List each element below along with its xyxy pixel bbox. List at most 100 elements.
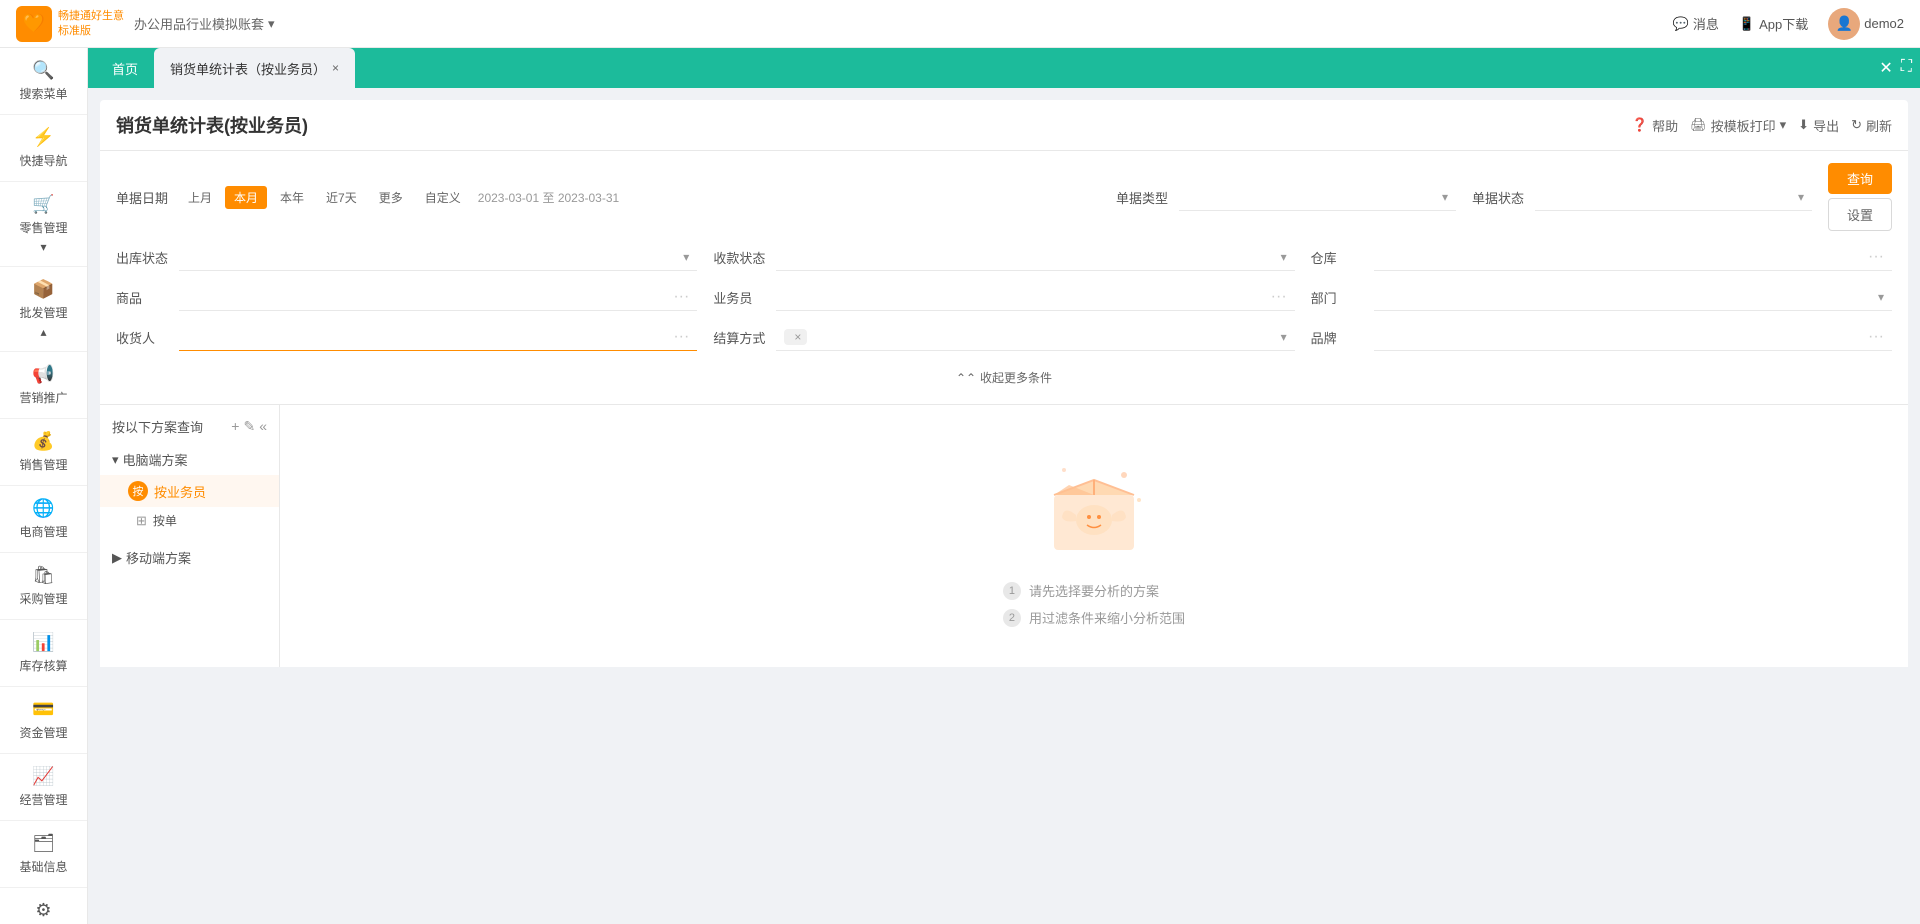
app-download-btn[interactable]: 📱 App下载 — [1739, 14, 1808, 33]
tab-home[interactable]: 首页 — [96, 48, 154, 88]
tab-active[interactable]: 销货单统计表（按业务员） × — [154, 48, 355, 88]
department-control[interactable]: ▾ — [1374, 283, 1892, 311]
tab-close-window-btn[interactable]: ✕ — [1879, 58, 1892, 78]
filter-row-4: 收货人 ··· 结算方式 × ▾ — [116, 323, 1892, 351]
message-label: 消息 — [1693, 14, 1719, 33]
sidebar-item-purchase[interactable]: 🛍 采购管理 — [0, 553, 87, 620]
operations-icon: 📈 — [32, 766, 54, 787]
date-btn-last-month[interactable]: 上月 — [179, 186, 221, 209]
help-btn[interactable]: ❓ 帮助 — [1632, 116, 1678, 135]
refresh-label: 刷新 — [1866, 116, 1892, 135]
query-button[interactable]: 查询 — [1828, 163, 1892, 194]
sidebar-item-retail[interactable]: 🛒 零售管理 ▾ — [0, 182, 87, 267]
sidebar-item-marketing[interactable]: 📢 营销推广 — [0, 352, 87, 419]
warehouse-control[interactable]: ··· — [1374, 243, 1892, 271]
basics-icon: 🗂 — [32, 833, 55, 854]
out-status-control[interactable]: ▾ — [179, 243, 697, 271]
purchase-icon: 🛍 — [32, 565, 55, 586]
tab-fullscreen-btn[interactable]: ⛶ — [1901, 58, 1912, 78]
filter-item-brand: 品牌 ··· — [1311, 323, 1892, 351]
breadcrumb-area: 办公用品行业模拟账套 ▾ — [134, 14, 275, 33]
filter-row-2: 出库状态 ▾ 收款状态 ▾ 仓库 — [116, 243, 1892, 271]
wholesale-icon: 📦 — [32, 279, 54, 300]
work-area: 按以下方案查询 + ✎ « ▾ 电脑端方案 按 — [100, 405, 1908, 667]
receipt-status-arrow-icon: ▾ — [1281, 250, 1287, 264]
sidebar-item-basics[interactable]: 🗂 基础信息 — [0, 821, 87, 888]
receiver-control[interactable]: ··· — [179, 323, 697, 351]
salesperson-label: 业务员 — [713, 288, 768, 307]
breadcrumb-text: 办公用品行业模拟账套 — [134, 14, 264, 33]
empty-box-illustration — [1034, 445, 1154, 565]
settlement-tag: × — [784, 329, 807, 345]
salesperson-control[interactable]: ··· — [776, 283, 1294, 311]
date-btn-last7[interactable]: 近7天 — [317, 186, 366, 209]
sidebar-item-inventory[interactable]: 📊 库存核算 — [0, 620, 87, 687]
receipt-status-label: 收款状态 — [713, 248, 768, 267]
logo-icon: 🧡 — [16, 6, 52, 42]
doc-type-label: 单据类型 — [1116, 188, 1171, 207]
tab-close-btn[interactable]: × — [332, 61, 339, 75]
sidebar-item-finance[interactable]: 💳 资金管理 — [0, 687, 87, 754]
sidebar-item-system[interactable]: ⚙ 系统管理 — [0, 888, 87, 924]
sidebar-item-wholesale[interactable]: 📦 批发管理 ▴ — [0, 267, 87, 352]
scheme-group-mobile: ▶ 移动端方案 — [100, 538, 279, 577]
scheme-item-icon: 按 — [128, 481, 148, 501]
topbar: 🧡 畅捷通好生意 标准版 办公用品行业模拟账套 ▾ 💬 消息 📱 App下载 👤… — [0, 0, 1920, 48]
doc-type-control[interactable]: ▾ — [1179, 183, 1456, 211]
scheme-group-pc-header[interactable]: ▾ 电脑端方案 — [100, 444, 279, 475]
scheme-add-btn[interactable]: + — [231, 418, 239, 435]
goods-control[interactable]: ··· — [179, 283, 697, 311]
empty-tip-1: 1 请先选择要分析的方案 — [1003, 581, 1185, 600]
settlement-tag-remove[interactable]: × — [794, 330, 801, 344]
receiver-label: 收货人 — [116, 328, 171, 347]
scheme-group-mobile-label: 移动端方案 — [126, 548, 191, 567]
retail-expand-icon: ▾ — [40, 240, 46, 254]
filter-item-warehouse: 仓库 ··· — [1311, 243, 1892, 271]
export-btn[interactable]: ⬇ 导出 — [1798, 116, 1839, 135]
date-btn-this-year[interactable]: 本年 — [271, 186, 313, 209]
settings-button[interactable]: 设置 — [1828, 198, 1892, 231]
user-profile-btn[interactable]: 👤 demo2 — [1828, 8, 1904, 40]
scheme-collapse-btn[interactable]: « — [259, 418, 267, 435]
date-btn-this-month[interactable]: 本月 — [225, 186, 267, 209]
date-btn-custom[interactable]: 自定义 — [416, 186, 470, 209]
export-icon: ⬇ — [1798, 117, 1809, 133]
warehouse-label: 仓库 — [1311, 248, 1366, 267]
scheme-group-pc-expand-icon: ▾ — [112, 452, 119, 468]
tip-2-num: 2 — [1003, 609, 1021, 627]
refresh-btn[interactable]: ↻ 刷新 — [1851, 116, 1892, 135]
filter-item-doc-status: 单据状态 ▾ — [1472, 183, 1812, 211]
scheme-item-salesperson[interactable]: 按 按业务员 — [100, 475, 279, 507]
doc-status-control[interactable]: ▾ — [1535, 183, 1812, 211]
receipt-status-control[interactable]: ▾ — [776, 243, 1294, 271]
sidebar-item-search[interactable]: 🔍 搜索菜单 — [0, 48, 87, 115]
breadcrumb-dropdown-icon[interactable]: ▾ — [268, 16, 275, 32]
page-title: 销货单统计表(按业务员) — [116, 112, 308, 138]
collapse-btn[interactable]: ⌃⌃ 收起更多条件 — [116, 363, 1892, 392]
sidebar-item-ecommerce[interactable]: 🌐 电商管理 — [0, 486, 87, 553]
scheme-group-mobile-header[interactable]: ▶ 移动端方案 — [100, 542, 279, 573]
sidebar-item-sales[interactable]: 💰 销售管理 — [0, 419, 87, 486]
sidebar-item-operations[interactable]: 📈 经营管理 — [0, 754, 87, 821]
scheme-subitem[interactable]: ⊞ 按单 — [100, 507, 279, 534]
empty-tip-2: 2 用过滤条件来缩小分析范围 — [1003, 608, 1185, 627]
sidebar-label-search: 搜索菜单 — [19, 85, 67, 102]
date-btn-more[interactable]: 更多 — [370, 186, 412, 209]
sidebar-label-purchase: 采购管理 — [19, 590, 67, 607]
scheme-edit-btn[interactable]: ✎ — [243, 418, 255, 435]
main-layout: 🔍 搜索菜单 ⚡ 快捷导航 🛒 零售管理 ▾ 📦 批发管理 ▴ 📢 营销推广 💰… — [0, 48, 1920, 924]
collapse-up-icon: ⌃⌃ — [956, 371, 976, 385]
department-label: 部门 — [1311, 288, 1366, 307]
page-content: 销货单统计表(按业务员) ❓ 帮助 🖨 按模板打印 ▾ ⬇ 导出 — [88, 88, 1920, 924]
filter-item-receipt-status: 收款状态 ▾ — [713, 243, 1294, 271]
settlement-control[interactable]: × ▾ — [776, 323, 1294, 351]
print-btn[interactable]: 🖨 按模板打印 ▾ — [1690, 116, 1786, 135]
scheme-panel: 按以下方案查询 + ✎ « ▾ 电脑端方案 按 — [100, 405, 280, 667]
filter-row-3: 商品 ··· 业务员 ··· 部门 — [116, 283, 1892, 311]
help-label: 帮助 — [1652, 116, 1678, 135]
message-btn[interactable]: 💬 消息 — [1673, 14, 1719, 33]
sidebar-item-shortcuts[interactable]: ⚡ 快捷导航 — [0, 115, 87, 182]
scheme-subitem-icon: ⊞ — [136, 513, 147, 529]
page-header: 销货单统计表(按业务员) ❓ 帮助 🖨 按模板打印 ▾ ⬇ 导出 — [100, 100, 1908, 151]
brand-control[interactable]: ··· — [1374, 323, 1892, 351]
